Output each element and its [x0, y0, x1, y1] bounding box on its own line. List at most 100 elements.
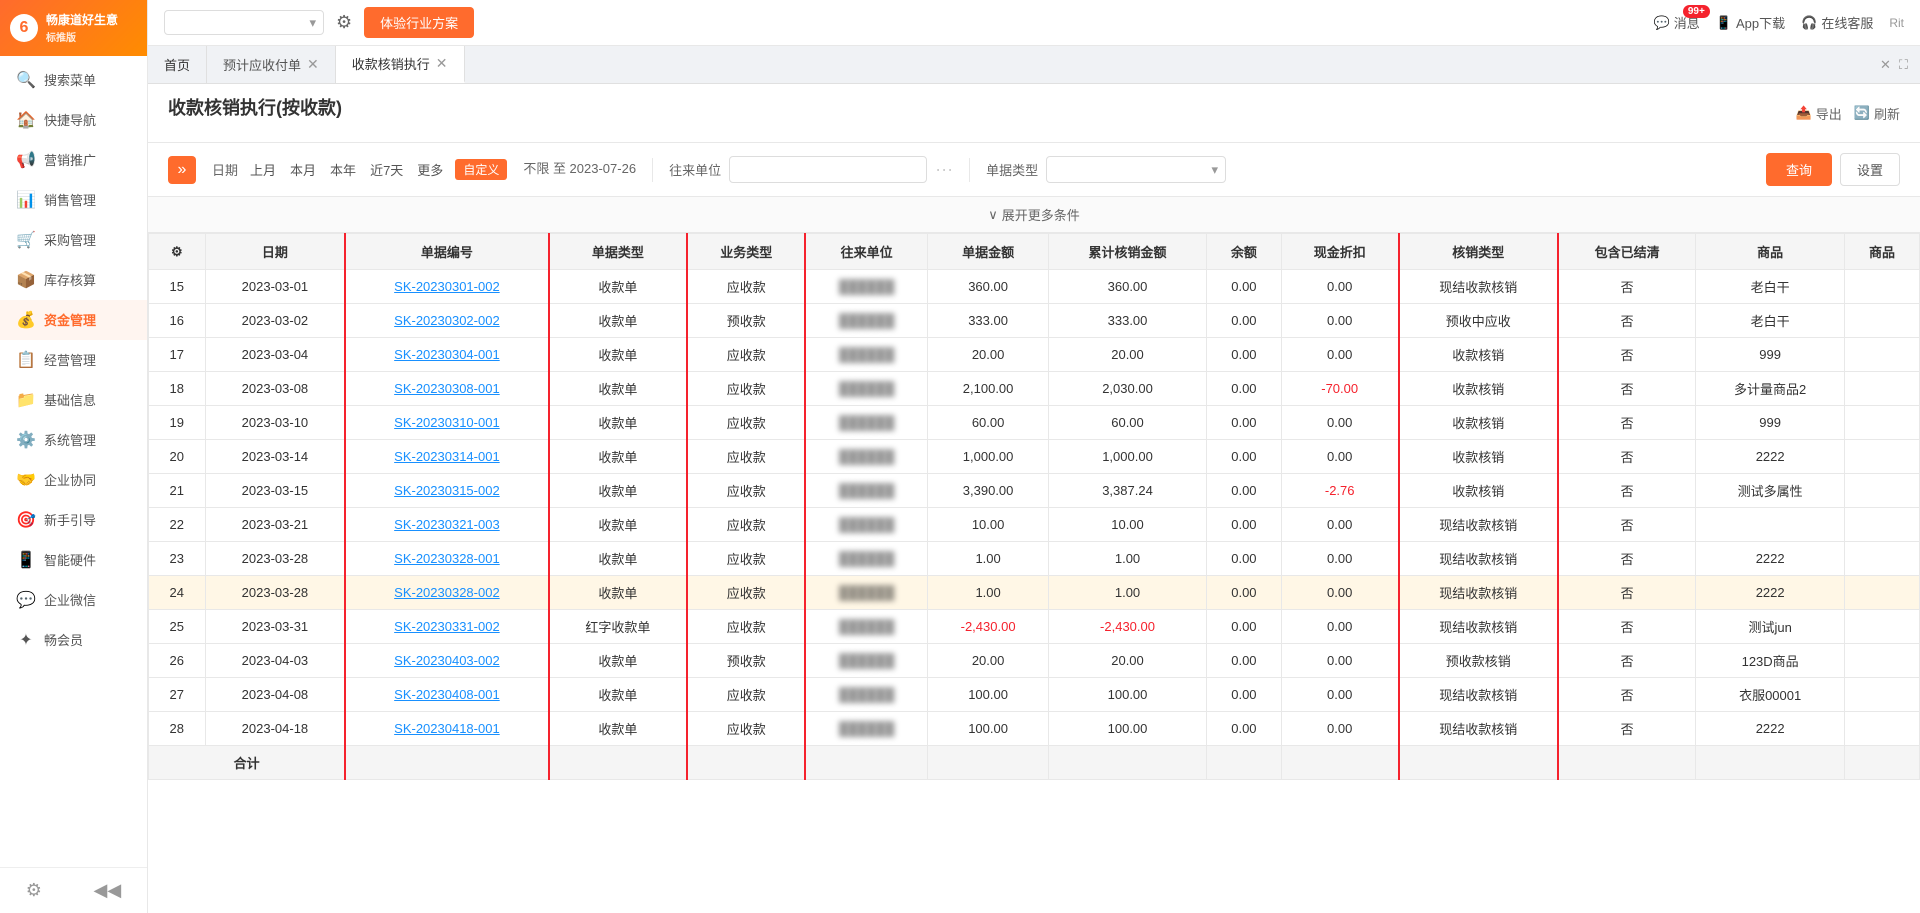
tab-receipt-exec[interactable]: 收款核销执行✕ — [336, 46, 465, 83]
expand-more-btn[interactable]: ∨ 展开更多条件 — [988, 205, 1080, 224]
tab-close-payable[interactable]: ✕ — [307, 56, 319, 73]
sidebar-item-label-wechat: 企业微信 — [44, 590, 96, 609]
th-cash-discount[interactable]: 现金折扣 — [1281, 234, 1398, 270]
data-table: ⚙ 日期 单据编号 单据类型 业务类型 往来单位 单据金额 累计核销金额 余额 … — [148, 233, 1920, 780]
cell-voucher-type: 收款单 — [549, 304, 688, 338]
voucher-no-link[interactable]: SK-20230302-002 — [394, 313, 500, 328]
close-tab-icon[interactable]: ✕ — [1880, 57, 1891, 73]
partner-input[interactable] — [729, 156, 927, 183]
export-icon: 📤 — [1796, 105, 1812, 121]
voucher-no-link[interactable]: SK-20230328-002 — [394, 585, 500, 600]
messages-btn[interactable]: 💬 消息 99+ — [1654, 13, 1700, 32]
cell-cash-discount: 0.00 — [1281, 508, 1398, 542]
voucher-no-link[interactable]: SK-20230331-002 — [394, 619, 500, 634]
voucher-no-link[interactable]: SK-20230314-001 — [394, 449, 500, 464]
th-voucher-no[interactable]: 单据编号 — [345, 234, 548, 270]
date-custom-btn[interactable]: 自定义 — [455, 159, 507, 180]
cell-goods: 999 — [1696, 406, 1845, 440]
industry-btn[interactable]: 体验行业方案 — [364, 7, 474, 38]
sidebar-item-system[interactable]: ⚙️系统管理 — [0, 420, 147, 460]
cell-verify-type: 收款核销 — [1399, 406, 1558, 440]
cell-voucher-type: 收款单 — [549, 542, 688, 576]
sidebar-item-ops[interactable]: 📋经营管理 — [0, 340, 147, 380]
cell-date: 2023-03-14 — [205, 440, 345, 474]
voucher-no-link[interactable]: SK-20230315-002 — [394, 483, 500, 498]
th-goods2[interactable]: 商品 — [1844, 234, 1919, 270]
cell-verify-type: 现结收款核销 — [1399, 542, 1558, 576]
voucher-type-select[interactable] — [1046, 156, 1226, 183]
cell-cumulative: 3,387.24 — [1049, 474, 1207, 508]
date-option-近7天[interactable]: 近7天 — [366, 158, 407, 181]
th-voucher-type[interactable]: 单据类型 — [549, 234, 688, 270]
th-cumulative[interactable]: 累计核销金额 — [1049, 234, 1207, 270]
th-biz-type[interactable]: 业务类型 — [687, 234, 805, 270]
settings-icon[interactable]: ⚙ — [18, 876, 50, 905]
refresh-btn[interactable]: 🔄 刷新 — [1854, 104, 1900, 123]
th-include-settled[interactable]: 包含已结清 — [1558, 234, 1696, 270]
partner-dots[interactable]: ··· — [935, 159, 953, 180]
sidebar-item-sales[interactable]: 📊销售管理 — [0, 180, 147, 220]
sidebar-item-corp[interactable]: 🤝企业协同 — [0, 460, 147, 500]
th-date[interactable]: 日期 — [205, 234, 345, 270]
company-selector[interactable] — [164, 10, 324, 35]
cell-partner: ██████ — [805, 508, 927, 542]
date-option-更多[interactable]: 更多 — [413, 158, 447, 181]
date-option-本月[interactable]: 本月 — [286, 158, 320, 181]
cell-biz-type: 应收款 — [687, 406, 805, 440]
table-row: 22 2023-03-21 SK-20230321-003 收款单 应收款 ██… — [149, 508, 1920, 542]
voucher-no-link[interactable]: SK-20230301-002 — [394, 279, 500, 294]
th-amount[interactable]: 单据金额 — [928, 234, 1049, 270]
th-goods[interactable]: 商品 — [1696, 234, 1845, 270]
voucher-no-link[interactable]: SK-20230321-003 — [394, 517, 500, 532]
th-verify-type[interactable]: 核销类型 — [1399, 234, 1558, 270]
voucher-no-link[interactable]: SK-20230408-001 — [394, 687, 500, 702]
th-balance[interactable]: 余额 — [1206, 234, 1281, 270]
main-area: ⚙ 体验行业方案 💬 消息 99+ 📱 App下载 🎧 在线客服 Rit 首页预… — [148, 0, 1920, 913]
th-partner[interactable]: 往来单位 — [805, 234, 927, 270]
voucher-no-link[interactable]: SK-20230304-001 — [394, 347, 500, 362]
sidebar-item-basic[interactable]: 📁基础信息 — [0, 380, 147, 420]
voucher-no-link[interactable]: SK-20230403-002 — [394, 653, 500, 668]
th-gear[interactable]: ⚙ — [149, 234, 206, 270]
date-option-本年[interactable]: 本年 — [326, 158, 360, 181]
expand-window-icon[interactable]: ⛶ — [1899, 57, 1908, 73]
cell-verify-type: 现结收款核销 — [1399, 712, 1558, 746]
voucher-no-link[interactable]: SK-20230310-001 — [394, 415, 500, 430]
sidebar-item-guide[interactable]: 🎯新手引导 — [0, 500, 147, 540]
app-download-btn[interactable]: 📱 App下载 — [1716, 13, 1785, 32]
sidebar-item-member[interactable]: ✦畅会员 — [0, 620, 147, 660]
collapse-icon[interactable]: ◀◀ — [86, 876, 130, 905]
voucher-no-link[interactable]: SK-20230418-001 — [394, 721, 500, 736]
tab-close-receipt-exec[interactable]: ✕ — [436, 55, 448, 72]
user-display[interactable]: Rit — [1889, 16, 1904, 30]
sidebar-item-wechat[interactable]: 💬企业微信 — [0, 580, 147, 620]
cell-biz-type: 应收款 — [687, 576, 805, 610]
online-service-btn[interactable]: 🎧 在线客服 — [1801, 13, 1873, 32]
query-btn[interactable]: 查询 — [1766, 153, 1832, 186]
sidebar-item-marketing[interactable]: 📢营销推广 — [0, 140, 147, 180]
sidebar-logo: 6 畅康道好生意 标推版 — [0, 0, 147, 56]
sidebar-item-hardware[interactable]: 📱智能硬件 — [0, 540, 147, 580]
sidebar-item-finance[interactable]: 💰资金管理 — [0, 300, 147, 340]
settings-filter-btn[interactable]: 设置 — [1840, 153, 1900, 186]
filter-expand-btn[interactable]: » — [168, 156, 196, 184]
cell-verify-type: 收款核销 — [1399, 474, 1558, 508]
cell-cash-discount: -70.00 — [1281, 372, 1398, 406]
tab-payable[interactable]: 预计应收付单✕ — [207, 46, 336, 83]
cell-goods: 999 — [1696, 338, 1845, 372]
voucher-no-link[interactable]: SK-20230308-001 — [394, 381, 500, 396]
export-btn[interactable]: 📤 导出 — [1796, 104, 1842, 123]
sidebar-item-quicknav[interactable]: 🏠快捷导航 — [0, 100, 147, 140]
voucher-no-link[interactable]: SK-20230328-001 — [394, 551, 500, 566]
cell-voucher-type: 收款单 — [549, 644, 688, 678]
footer-voucher-no — [345, 746, 548, 780]
date-option-上月[interactable]: 上月 — [246, 158, 280, 181]
sidebar-item-search[interactable]: 🔍搜索菜单 — [0, 60, 147, 100]
gear-icon[interactable]: ⚙ — [336, 12, 352, 33]
sidebar-item-purchase[interactable]: 🛒采购管理 — [0, 220, 147, 260]
cell-no: 23 — [149, 542, 206, 576]
sidebar-item-inventory[interactable]: 📦库存核算 — [0, 260, 147, 300]
cell-no: 15 — [149, 270, 206, 304]
tab-home[interactable]: 首页 — [148, 46, 207, 83]
cell-cumulative: 360.00 — [1049, 270, 1207, 304]
